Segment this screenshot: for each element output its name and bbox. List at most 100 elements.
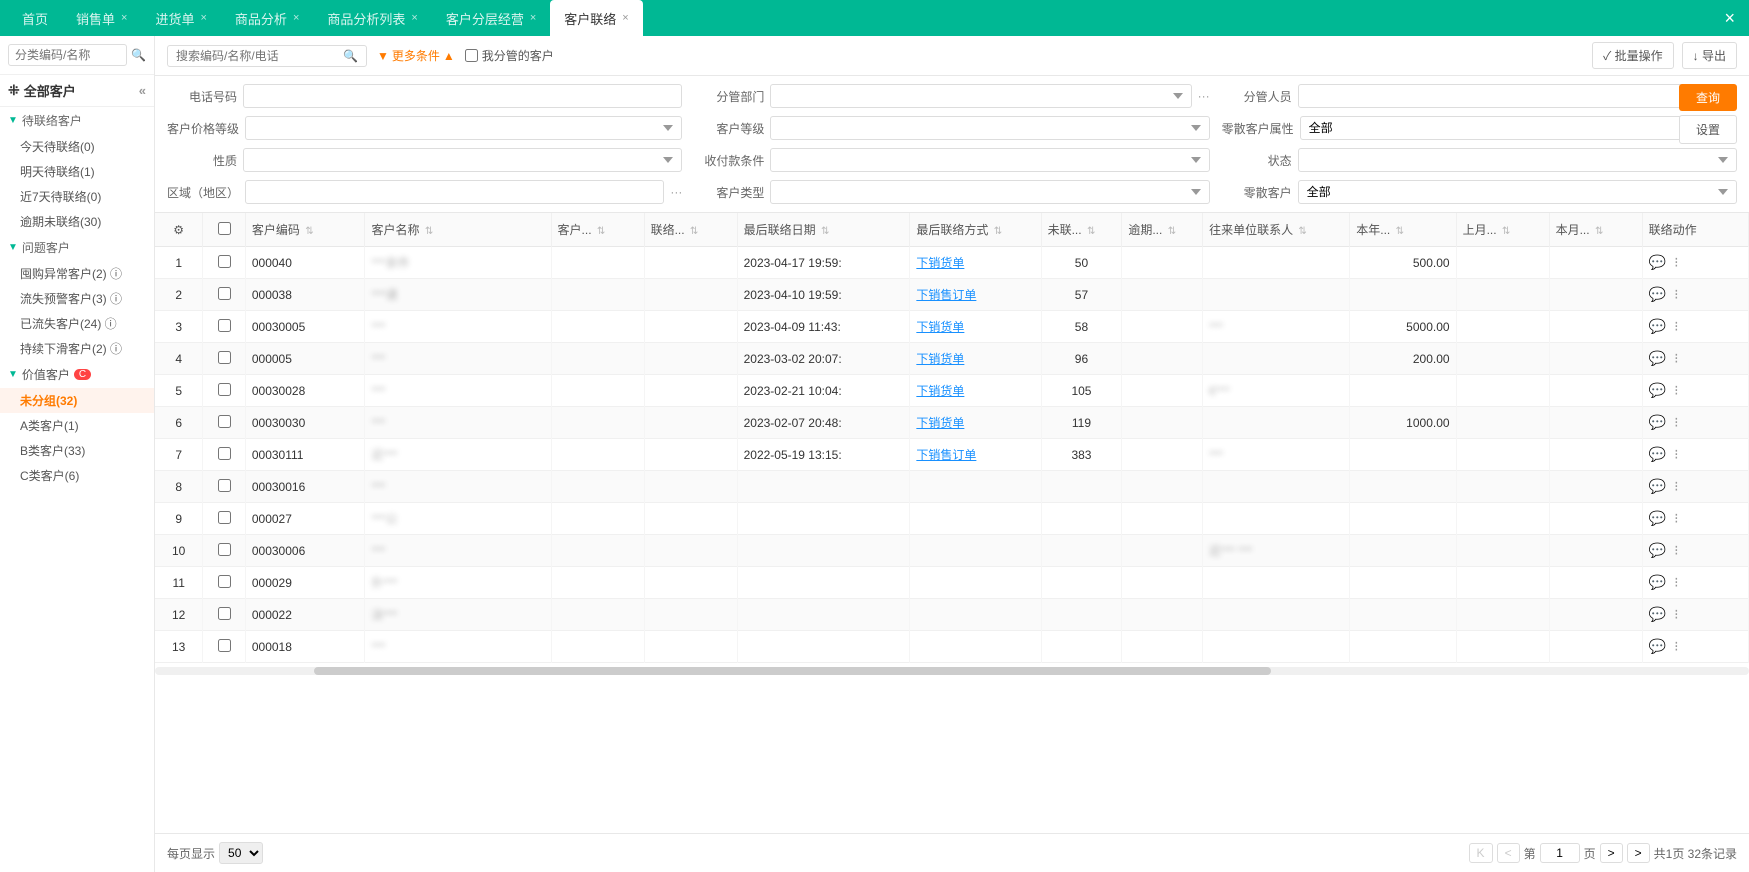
input-person[interactable]	[1298, 84, 1719, 108]
close-icon[interactable]: ×	[121, 12, 127, 24]
sidebar-item-abnormal[interactable]: 囤购异常客户(2) ⓘ	[0, 261, 154, 286]
td-check[interactable]	[203, 407, 246, 439]
th-settings[interactable]: ⚙	[155, 213, 203, 247]
td-check[interactable]	[203, 439, 246, 471]
td-last-method[interactable]: 下销售订单	[910, 279, 1041, 311]
prev-page-btn[interactable]: <	[1497, 843, 1520, 863]
tab-home[interactable]: 首页	[8, 0, 62, 36]
sidebar-item-7days[interactable]: 近7天待联络(0)	[0, 184, 154, 209]
select-customer-level[interactable]	[770, 116, 1209, 140]
qr-icon[interactable]: ⁝	[1674, 382, 1678, 399]
th-this-year[interactable]: 本年... ⇅	[1350, 213, 1456, 247]
export-btn[interactable]: ↓ 导出	[1682, 42, 1737, 69]
message-icon[interactable]: 💬	[1649, 542, 1666, 559]
close-icon[interactable]: ×	[200, 12, 206, 24]
message-icon[interactable]: 💬	[1649, 414, 1666, 431]
td-last-method[interactable]	[910, 503, 1041, 535]
select-status[interactable]	[1298, 148, 1737, 172]
window-close-icon[interactable]: ×	[1718, 8, 1741, 28]
message-icon[interactable]: 💬	[1649, 350, 1666, 367]
td-check[interactable]	[203, 535, 246, 567]
th-last-date[interactable]: 最后联络日期 ⇅	[737, 213, 910, 247]
close-icon[interactable]: ×	[411, 12, 417, 24]
message-icon[interactable]: 💬	[1649, 382, 1666, 399]
qr-icon[interactable]: ⁝	[1674, 254, 1678, 271]
sidebar-item-class-a[interactable]: A类客户(1)	[0, 413, 154, 438]
th-contact-person[interactable]: 往来单位联系人 ⇅	[1203, 213, 1350, 247]
td-check[interactable]	[203, 631, 246, 663]
td-check[interactable]	[203, 247, 246, 279]
sidebar-item-ungroup[interactable]: 未分组(32)	[0, 388, 154, 413]
first-page-btn[interactable]: K	[1469, 843, 1493, 863]
td-name[interactable]: 近***	[365, 439, 551, 471]
select-payment[interactable]	[770, 148, 1209, 172]
filter-search-icon[interactable]: 🔍	[343, 49, 358, 63]
qr-icon[interactable]: ⁝	[1674, 446, 1678, 463]
my-customers-check[interactable]	[465, 49, 478, 62]
td-last-method[interactable]	[910, 471, 1041, 503]
filter-more-btn[interactable]: ▼ 更多条件 ▲	[377, 47, 455, 64]
td-check[interactable]	[203, 471, 246, 503]
sidebar-item-churned[interactable]: 已流失客户(24) ⓘ	[0, 311, 154, 336]
tab-customer-contact[interactable]: 客户联络 ×	[550, 0, 642, 36]
td-last-method[interactable]: 下销货单	[910, 311, 1041, 343]
td-check[interactable]	[203, 375, 246, 407]
next-page-btn[interactable]: >	[1600, 843, 1623, 863]
qr-icon[interactable]: ⁝	[1674, 606, 1678, 623]
th-name[interactable]: 客户名称 ⇅	[365, 213, 551, 247]
sidebar-all-customers[interactable]: ⁜ 全部客户 «	[0, 75, 154, 107]
select-price-level[interactable]	[245, 116, 682, 140]
last-page-btn[interactable]: >	[1627, 843, 1650, 863]
dots-icon[interactable]: ···	[1198, 89, 1210, 103]
th-code[interactable]: 客户编码 ⇅	[245, 213, 365, 247]
dots-icon[interactable]: ···	[670, 185, 682, 199]
reset-btn[interactable]: 设置	[1679, 115, 1737, 144]
qr-icon[interactable]: ⁝	[1674, 542, 1678, 559]
select-customer-type[interactable]	[770, 180, 1209, 204]
sidebar-item-class-b[interactable]: B类客户(33)	[0, 438, 154, 463]
sidebar-group-problem[interactable]: ▼ 问题客户	[0, 234, 154, 261]
th-no-contact[interactable]: 未联... ⇅	[1041, 213, 1122, 247]
td-last-method[interactable]: 下销货单	[910, 343, 1041, 375]
td-name[interactable]: ***	[365, 535, 551, 567]
close-icon[interactable]: ×	[530, 12, 536, 24]
sidebar-item-tomorrow[interactable]: 明天待联络(1)	[0, 159, 154, 184]
filter-search-input[interactable]	[176, 49, 343, 63]
sidebar-item-overdue[interactable]: 逾期未联络(30)	[0, 209, 154, 234]
td-name[interactable]: ***亲件	[365, 247, 551, 279]
close-icon[interactable]: ×	[622, 12, 628, 24]
td-last-method[interactable]: 下销货单	[910, 407, 1041, 439]
td-last-method[interactable]: 下销货单	[910, 247, 1041, 279]
td-name[interactable]: ***	[365, 311, 551, 343]
tab-purchase[interactable]: 进货单 ×	[141, 0, 220, 36]
collapse-icon[interactable]: «	[139, 83, 146, 98]
sidebar-item-declining[interactable]: 持续下滑客户(2) ⓘ	[0, 336, 154, 361]
qr-icon[interactable]: ⁝	[1674, 638, 1678, 655]
message-icon[interactable]: 💬	[1649, 318, 1666, 335]
td-last-method[interactable]	[910, 535, 1041, 567]
th-contact[interactable]: 联络... ⇅	[644, 213, 737, 247]
sidebar-item-churn-warning[interactable]: 流失预警客户(3) ⓘ	[0, 286, 154, 311]
sidebar-search-input[interactable]	[8, 44, 127, 66]
td-check[interactable]	[203, 279, 246, 311]
td-last-method[interactable]	[910, 567, 1041, 599]
batch-operation-btn[interactable]: ✓ 批量操作	[1592, 42, 1674, 69]
tab-customer-tier[interactable]: 客户分层经营 ×	[432, 0, 550, 36]
close-icon[interactable]: ×	[293, 12, 299, 24]
tab-product-list[interactable]: 商品分析列表 ×	[313, 0, 431, 36]
table-container[interactable]: ⚙ 客户编码 ⇅ 客户名称 ⇅ 客户... ⇅	[155, 213, 1749, 833]
td-name[interactable]: ***公	[365, 503, 551, 535]
td-check[interactable]	[203, 503, 246, 535]
tab-sales[interactable]: 销售单 ×	[62, 0, 141, 36]
td-check[interactable]	[203, 343, 246, 375]
td-name[interactable]: ***	[365, 407, 551, 439]
td-name[interactable]: ***	[365, 375, 551, 407]
select-retail[interactable]: 全部	[1298, 180, 1737, 204]
message-icon[interactable]: 💬	[1649, 478, 1666, 495]
sidebar-item-class-c[interactable]: C类客户(6)	[0, 463, 154, 488]
select-all-checkbox[interactable]	[218, 222, 231, 235]
th-check[interactable]	[203, 213, 246, 247]
th-last-method[interactable]: 最后联络方式 ⇅	[910, 213, 1041, 247]
qr-icon[interactable]: ⁝	[1674, 478, 1678, 495]
page-input[interactable]	[1540, 843, 1580, 863]
